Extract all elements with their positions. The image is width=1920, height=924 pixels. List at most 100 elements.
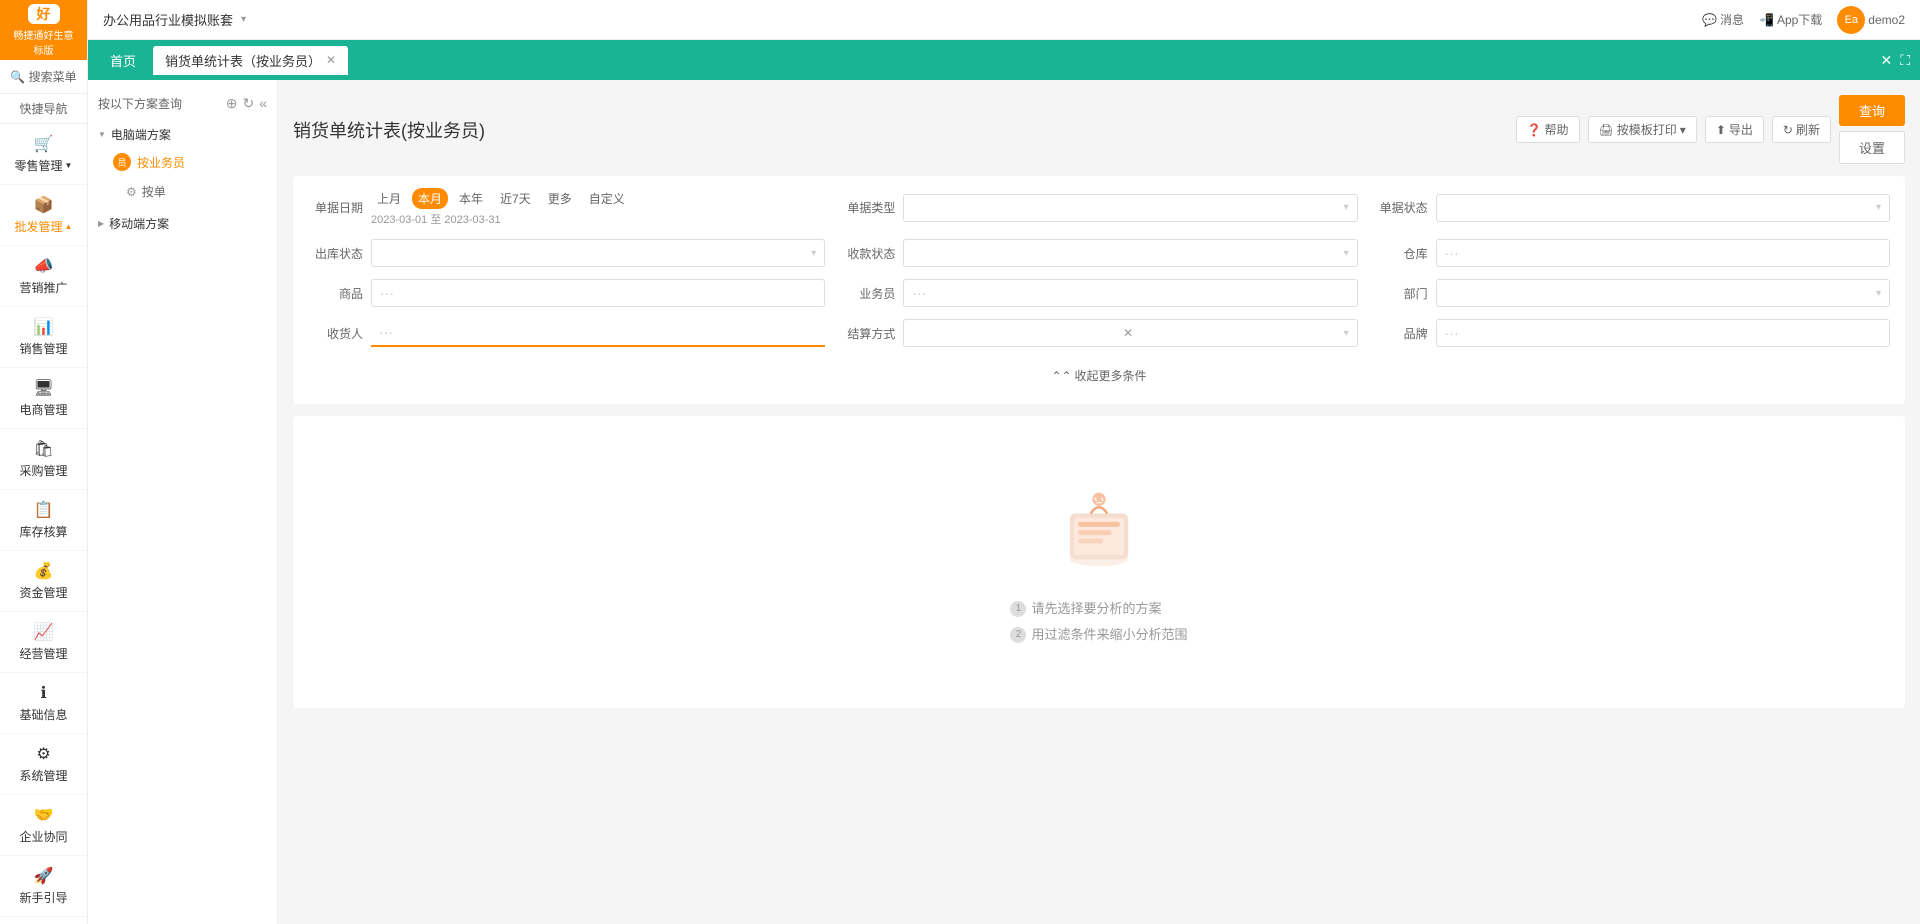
doc-status-input[interactable]: ▾ [1436, 194, 1890, 222]
sidebar-item-finance[interactable]: 💰 资金管理 [0, 551, 87, 612]
date-tab-this-month[interactable]: 本月 [412, 188, 448, 209]
sidebar-item-purchase[interactable]: 🛍 采购管理 [0, 429, 87, 490]
tab-home[interactable]: 首页 [98, 46, 148, 75]
settle-label: 结算方式 [840, 325, 895, 342]
empty-state: 1 请先选择要分析的方案 2 用过滤条件来缩小分析范围 [293, 416, 1905, 708]
filter-payment-status: 收款状态 ▾ [840, 239, 1357, 267]
empty-tip-1-text: 请先选择要分析的方案 [1031, 596, 1161, 622]
receiver-input[interactable]: ··· [371, 319, 825, 347]
mobile-group-label: 移动端方案 [109, 215, 169, 232]
maximize-icon[interactable]: ⛶ [1900, 52, 1910, 69]
collapse-btn[interactable]: ⌃⌃ 收起更多条件 [1041, 364, 1156, 387]
user-menu[interactable]: Ea demo2 [1837, 6, 1905, 34]
collapse-row: ⌃⌃ 收起更多条件 [308, 359, 1890, 392]
filter-date: 单据日期 上月 本月 本年 近7天 更多 自定义 2023-03-01 至 20… [308, 188, 825, 227]
sidebar-item-retail[interactable]: 🛒 零售管理 ▼ [0, 124, 87, 185]
collapse-label: 收起更多条件 [1075, 367, 1147, 384]
out-status-label: 出库状态 [308, 245, 363, 262]
message-label: 消息 [1720, 11, 1744, 28]
filter-dept: 部门 ▾ [1373, 279, 1890, 307]
operations-icon: 📈 [34, 622, 54, 642]
filter-out-status: 出库状态 ▾ [308, 239, 825, 267]
brand-input[interactable]: ··· [1436, 319, 1890, 347]
doc-status-label: 单据状态 [1373, 199, 1428, 216]
settle-clear-btn[interactable]: ✕ [1123, 326, 1133, 340]
panel-refresh-btn[interactable]: ↻ [242, 95, 254, 112]
print-btn[interactable]: 🖨 按模板打印 ▾ [1588, 116, 1697, 143]
out-status-input[interactable]: ▾ [371, 239, 825, 267]
topbar-title: 办公用品行业模拟账套 [103, 10, 233, 29]
help-btn[interactable]: ❓ 帮助 [1516, 116, 1580, 143]
sidebar-item-newuser[interactable]: 🚀 新手引导 [0, 856, 87, 917]
sidebar-item-inventory[interactable]: 📋 库存核算 [0, 490, 87, 551]
empty-tip-2-text: 用过滤条件来缩小分析范围 [1031, 622, 1187, 648]
doc-type-input[interactable]: ▾ [903, 194, 1357, 222]
settings-btn[interactable]: 设置 [1839, 131, 1905, 164]
dept-arrow-icon: ▾ [1876, 288, 1881, 299]
sidebar-item-sales[interactable]: 📊 销售管理 [0, 307, 87, 368]
date-tab-last7[interactable]: 近7天 [494, 188, 537, 209]
doc-type-arrow-icon: ▾ [1344, 202, 1349, 213]
panel-item-by-staff[interactable]: 员 按业务员 [88, 147, 277, 177]
tab-sales-stat-label: 销货单统计表（按业务员） [165, 51, 321, 70]
empty-tips: 1 请先选择要分析的方案 2 用过滤条件来缩小分析范围 [1010, 596, 1187, 648]
close-window-icon[interactable]: ✕ [1880, 52, 1892, 69]
quick-nav[interactable]: 快捷导航 [0, 94, 87, 124]
date-tab-more[interactable]: 更多 [542, 188, 578, 209]
query-btn[interactable]: 查询 [1839, 95, 1905, 126]
export-btn[interactable]: ⬆ 导出 [1705, 116, 1764, 143]
refresh-btn[interactable]: ↻ 刷新 [1772, 116, 1831, 143]
sidebar-item-basic[interactable]: ℹ 基础信息 [0, 673, 87, 734]
doc-status-arrow-icon: ▾ [1876, 202, 1881, 213]
settle-input[interactable]: ✕ ▾ [903, 319, 1357, 347]
panel-add-btn[interactable]: ⊕ [226, 95, 238, 112]
page-actions: ❓ 帮助 🖨 按模板打印 ▾ ⬆ 导出 ↻ 刷新 [1516, 95, 1905, 164]
filter-row-2: 出库状态 ▾ 收款状态 ▾ 仓库 [308, 239, 1890, 267]
date-tab-last-month[interactable]: 上月 [371, 188, 407, 209]
filter-warehouse: 仓库 ··· [1373, 239, 1890, 267]
sidebar-item-enterprise[interactable]: 🤝 企业协同 [0, 795, 87, 856]
goods-input[interactable]: ··· [371, 279, 825, 307]
download-icon: 📲 [1759, 13, 1774, 27]
sidebar-item-marketing[interactable]: 📣 营销推广 [0, 246, 87, 307]
tab-sales-stat[interactable]: 销货单统计表（按业务员） ✕ [153, 46, 348, 75]
purchase-icon: 🛍 [33, 439, 53, 459]
date-tab-custom[interactable]: 自定义 [583, 188, 631, 209]
topbar-right: 💬 消息 📲 App下载 Ea demo2 [1702, 6, 1905, 34]
mobile-group-title[interactable]: ▶ 移动端方案 [88, 211, 277, 236]
sidebar-item-appstore[interactable]: 📱 应用中心 [0, 917, 87, 924]
sidebar-item-system[interactable]: ⚙ 系统管理 [0, 734, 87, 795]
panel-item-by-order[interactable]: ⚙ 按单 [88, 177, 277, 206]
message-btn[interactable]: 💬 消息 [1702, 11, 1744, 28]
tab-close-btn[interactable]: ✕ [326, 53, 336, 67]
print-label: 按模板打印 [1617, 121, 1677, 138]
receiver-label: 收货人 [308, 325, 363, 342]
warehouse-input[interactable]: ··· [1436, 239, 1890, 267]
ecommerce-icon: 🖥 [33, 378, 53, 398]
help-icon: ❓ [1527, 123, 1542, 137]
help-label: 帮助 [1545, 121, 1569, 138]
payment-status-arrow-icon: ▾ [1344, 248, 1349, 259]
print-dropdown-icon[interactable]: ▾ [1680, 123, 1686, 137]
search-menu[interactable]: 🔍 搜索菜单 [0, 60, 87, 94]
panel-header-icons: ⊕ ↻ « [226, 95, 267, 112]
sidebar-item-wholesale[interactable]: 📦 批发管理 ▲ [0, 185, 87, 246]
filter-goods: 商品 ··· [308, 279, 825, 307]
sidebar-item-ecommerce[interactable]: 🖥 电商管理 [0, 368, 87, 429]
pc-group-title[interactable]: ▼ 电脑端方案 [88, 122, 277, 147]
panel-collapse-btn[interactable]: « [259, 95, 267, 112]
filter-staff: 业务员 ··· [840, 279, 1357, 307]
tab-home-label: 首页 [110, 51, 136, 70]
filter-row-1: 单据日期 上月 本月 本年 近7天 更多 自定义 2023-03-01 至 20… [308, 188, 1890, 227]
payment-status-input[interactable]: ▾ [903, 239, 1357, 267]
sidebar-item-operations[interactable]: 📈 经营管理 [0, 612, 87, 673]
topbar: 办公用品行业模拟账套 ▾ 💬 消息 📲 App下载 Ea demo2 [88, 0, 1920, 40]
topbar-dropdown-icon[interactable]: ▾ [241, 14, 246, 25]
pc-group: ▼ 电脑端方案 员 按业务员 ⚙ 按单 [88, 122, 277, 206]
out-status-arrow-icon: ▾ [811, 248, 816, 259]
download-btn[interactable]: 📲 App下载 [1759, 11, 1822, 28]
sidebar: 好 畅捷通好生意 标版 🔍 搜索菜单 快捷导航 🛒 零售管理 ▼ 📦 批发管理 … [0, 0, 88, 924]
dept-input[interactable]: ▾ [1436, 279, 1890, 307]
staff-input[interactable]: ··· [903, 279, 1357, 307]
date-tab-this-year[interactable]: 本年 [453, 188, 489, 209]
